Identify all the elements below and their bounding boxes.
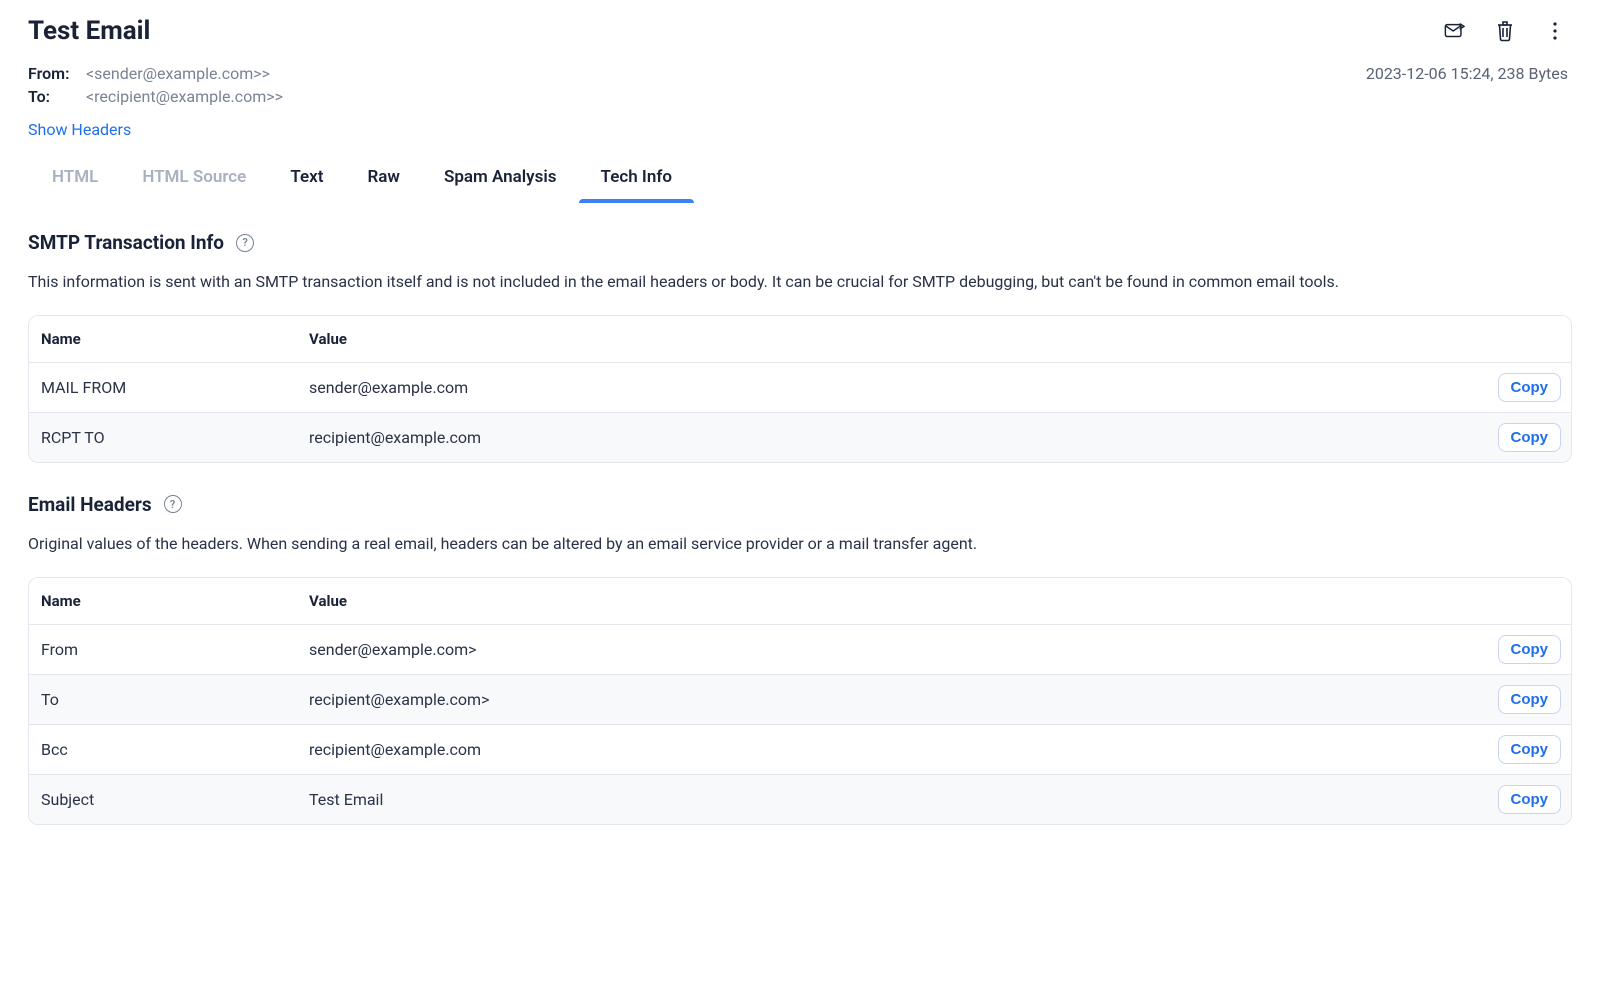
table-header-row: Name Value <box>29 578 1571 625</box>
headers-section-desc: Original values of the headers. When sen… <box>28 532 1348 557</box>
smtp-row-name: RCPT TO <box>41 428 309 447</box>
table-row: Bcc recipient@example.com Copy <box>29 724 1571 774</box>
smtp-table: Name Value MAIL FROM sender@example.com … <box>28 315 1572 463</box>
smtp-section-title: SMTP Transaction Info <box>28 231 224 254</box>
copy-button[interactable]: Copy <box>1498 423 1562 452</box>
to-line: To: <recipient@example.com>> <box>28 87 283 106</box>
copy-button[interactable]: Copy <box>1498 735 1562 764</box>
header-row-value: sender@example.com> <box>309 640 1471 659</box>
smtp-row-value: recipient@example.com <box>309 428 1471 447</box>
tab-html-source[interactable]: HTML Source <box>142 157 246 201</box>
table-header-row: Name Value <box>29 316 1571 363</box>
show-headers-link[interactable]: Show Headers <box>28 120 131 139</box>
copy-button[interactable]: Copy <box>1498 685 1562 714</box>
copy-button[interactable]: Copy <box>1498 785 1562 814</box>
headers-section: Email Headers ? Original values of the h… <box>28 493 1572 825</box>
smtp-row-value: sender@example.com <box>309 378 1471 397</box>
from-label: From: <box>28 64 76 83</box>
tab-html[interactable]: HTML <box>52 157 98 201</box>
headers-section-title: Email Headers <box>28 493 152 516</box>
table-row: From sender@example.com> Copy <box>29 625 1571 674</box>
trash-icon[interactable] <box>1494 20 1516 42</box>
smtp-section-desc: This information is sent with an SMTP tr… <box>28 270 1348 295</box>
header-row-value: Test Email <box>309 790 1471 809</box>
header-row-name: Subject <box>41 790 309 809</box>
col-name: Name <box>41 330 309 348</box>
tab-tech-info[interactable]: Tech Info <box>601 157 672 201</box>
forward-mail-icon[interactable] <box>1444 20 1466 42</box>
to-address: <recipient@example.com>> <box>86 87 283 106</box>
from-line: From: <sender@example.com>> <box>28 64 283 83</box>
page-title: Test Email <box>28 16 150 46</box>
table-row: Subject Test Email Copy <box>29 774 1571 824</box>
from-address: <sender@example.com>> <box>86 64 270 83</box>
copy-button[interactable]: Copy <box>1498 635 1562 664</box>
tab-spam[interactable]: Spam Analysis <box>444 157 557 201</box>
tab-text[interactable]: Text <box>290 157 323 201</box>
col-value: Value <box>309 330 1471 348</box>
table-row: RCPT TO recipient@example.com Copy <box>29 412 1571 462</box>
timestamp: 2023-12-06 15:24, 238 Bytes <box>1366 64 1572 83</box>
table-row: MAIL FROM sender@example.com Copy <box>29 363 1571 412</box>
col-value: Value <box>309 592 1471 610</box>
copy-button[interactable]: Copy <box>1498 373 1562 402</box>
smtp-section: SMTP Transaction Info ? This information… <box>28 231 1572 463</box>
header-row-name: From <box>41 640 309 659</box>
header-row-name: To <box>41 690 309 709</box>
header-actions <box>1444 16 1572 42</box>
help-icon[interactable]: ? <box>164 495 182 513</box>
help-icon[interactable]: ? <box>236 234 254 252</box>
headers-table: Name Value From sender@example.com> Copy… <box>28 577 1572 825</box>
col-name: Name <box>41 592 309 610</box>
smtp-row-name: MAIL FROM <box>41 378 309 397</box>
header-row-name: Bcc <box>41 740 309 759</box>
to-label: To: <box>28 87 76 106</box>
more-vertical-icon[interactable] <box>1544 20 1566 42</box>
tab-raw[interactable]: Raw <box>367 157 399 201</box>
header-row-value: recipient@example.com> <box>309 690 1471 709</box>
header-row-value: recipient@example.com <box>309 740 1471 759</box>
tabs: HTML HTML Source Text Raw Spam Analysis … <box>28 157 1572 201</box>
table-row: To recipient@example.com> Copy <box>29 674 1571 724</box>
